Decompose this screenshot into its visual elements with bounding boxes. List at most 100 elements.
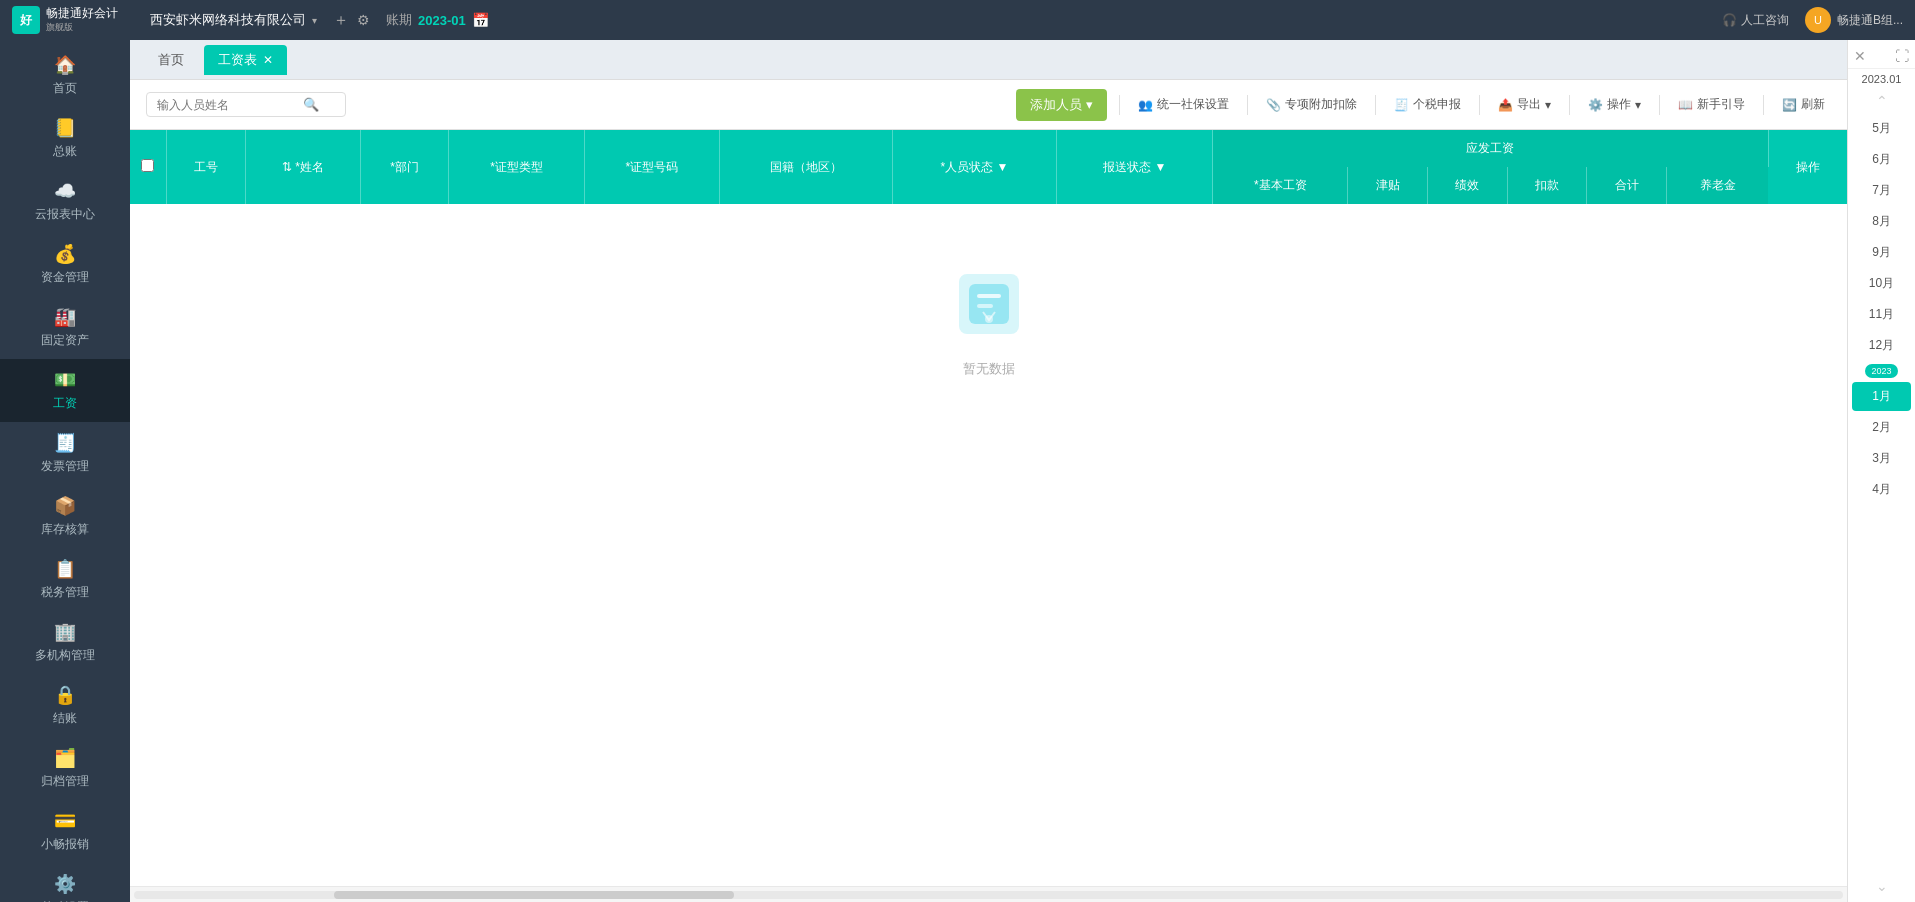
support-button[interactable]: 🎧 人工咨询 [1722, 12, 1789, 29]
export-button[interactable]: 📤 导出 ▾ [1492, 92, 1557, 117]
period-label: 账期 [386, 11, 412, 29]
settings-icon[interactable]: ⚙ [357, 12, 370, 28]
salary-icon: 💵 [54, 369, 76, 391]
month-2022-09[interactable]: 9月 [1852, 238, 1911, 267]
add-employee-button[interactable]: 添加人员 ▾ [1016, 89, 1107, 121]
social-security-button[interactable]: 👥 统一社保设置 [1132, 92, 1235, 117]
operate-icon: ⚙️ [1588, 98, 1603, 112]
tab-close-icon[interactable]: ✕ [263, 53, 273, 67]
operate-button[interactable]: ⚙️ 操作 ▾ [1582, 92, 1647, 117]
current-period-display: 2023.01 [1848, 69, 1915, 89]
content-area: 首页 工资表 ✕ 🔍 添加人员 ▾ 👥 统一社保设置 [130, 40, 1847, 902]
empty-text: 暂无数据 [963, 360, 1015, 378]
refresh-button[interactable]: 🔄 刷新 [1776, 92, 1831, 117]
sidebar-item-inventory[interactable]: 📦 库存核算 [0, 485, 130, 548]
refresh-icon: 🔄 [1782, 98, 1797, 112]
tab-salary[interactable]: 工资表 ✕ [204, 45, 287, 75]
logo-area: 好 畅捷通好会计 旗舰版 [12, 6, 142, 34]
month-2022-06[interactable]: 6月 [1852, 145, 1911, 174]
empty-state: 暂无数据 [130, 204, 1847, 438]
sidebar-item-multi[interactable]: 🏢 多机构管理 [0, 611, 130, 674]
tax-report-label: 个税申报 [1413, 96, 1461, 113]
month-2022-12[interactable]: 12月 [1852, 331, 1911, 360]
th-total: 合计 [1587, 167, 1667, 204]
support-label: 人工咨询 [1741, 12, 1789, 29]
th-country: 国籍（地区） [719, 130, 892, 204]
sidebar-item-ledger[interactable]: 📒 总账 [0, 107, 130, 170]
panel-close-button[interactable]: ✕ [1854, 48, 1866, 64]
sidebar-item-expense[interactable]: 💳 小畅报销 [0, 800, 130, 863]
top-header: 好 畅捷通好会计 旗舰版 西安虾米网络科技有限公司 ▾ ＋ ⚙ 账期 2023-… [0, 0, 1915, 40]
month-2022-05[interactable]: 5月 [1852, 114, 1911, 143]
sep-1 [1119, 95, 1120, 115]
th-action: 操作 [1768, 130, 1847, 204]
tax-report-button[interactable]: 🧾 个税申报 [1388, 92, 1467, 117]
toolbar: 🔍 添加人员 ▾ 👥 统一社保设置 📎 专项附加扣除 🧾 个税申报 [130, 80, 1847, 130]
search-box[interactable]: 🔍 [146, 92, 346, 117]
company-name: 西安虾米网络科技有限公司 [150, 11, 306, 29]
header-icon-group: ＋ ⚙ [333, 10, 370, 31]
sidebar-label-expense: 小畅报销 [41, 836, 89, 853]
sidebar-item-salary[interactable]: 💵 工资 [0, 359, 130, 422]
scroll-bar[interactable] [130, 886, 1847, 902]
sidebar: 🏠 首页 📒 总账 ☁️ 云报表中心 💰 资金管理 🏭 固定资产 💵 工资 🧾 … [0, 40, 130, 902]
tax-report-icon: 🧾 [1394, 98, 1409, 112]
operate-label: 操作 [1607, 96, 1631, 113]
table-wrapper: 工号 ⇅ *姓名 *部门 *证型类型 *证型号码 国籍（地区） *人员状态 ▼ … [130, 130, 1847, 886]
sidebar-item-asset[interactable]: 🏭 固定资产 [0, 296, 130, 359]
add-dropdown-icon: ▾ [1086, 97, 1093, 112]
month-2023-01[interactable]: 1月 [1852, 382, 1911, 411]
period-value: 2023-01 [418, 13, 466, 28]
scroll-thumb[interactable] [334, 891, 734, 899]
th-dept: *部门 [360, 130, 449, 204]
sidebar-item-settings[interactable]: ⚙️ 基础设置 [0, 863, 130, 902]
fund-icon: 💰 [54, 243, 76, 265]
sidebar-item-invoice[interactable]: 🧾 发票管理 [0, 422, 130, 485]
month-2022-08[interactable]: 8月 [1852, 207, 1911, 236]
th-status: *人员状态 ▼ [892, 130, 1057, 204]
search-input[interactable] [157, 98, 297, 112]
month-2022-10[interactable]: 10月 [1852, 269, 1911, 298]
scroll-track[interactable] [134, 891, 1843, 899]
select-all-checkbox[interactable] [141, 159, 154, 172]
month-2023-03[interactable]: 3月 [1852, 444, 1911, 473]
sidebar-label-invoice: 发票管理 [41, 458, 89, 475]
multi-icon: 🏢 [54, 621, 76, 643]
panel-scroll-up-button[interactable]: ⌃ [1848, 89, 1915, 113]
company-selector[interactable]: 西安虾米网络科技有限公司 ▾ [142, 11, 325, 29]
app-name: 畅捷通好会计 [46, 6, 118, 20]
sidebar-item-cloud[interactable]: ☁️ 云报表中心 [0, 170, 130, 233]
month-2022-07[interactable]: 7月 [1852, 176, 1911, 205]
sep-2 [1247, 95, 1248, 115]
guide-button[interactable]: 📖 新手引导 [1672, 92, 1751, 117]
sidebar-item-close[interactable]: 🔒 结账 [0, 674, 130, 737]
cloud-icon: ☁️ [54, 180, 76, 202]
user-area[interactable]: U 畅捷通B组... [1805, 7, 1903, 33]
add-icon[interactable]: ＋ [333, 10, 349, 31]
home-icon: 🏠 [54, 54, 76, 76]
th-idno: *证型号码 [584, 130, 719, 204]
special-deduct-button[interactable]: 📎 专项附加扣除 [1260, 92, 1363, 117]
th-deduction: 扣款 [1507, 167, 1587, 204]
th-checkbox[interactable] [130, 130, 166, 204]
sidebar-label-ledger: 总账 [53, 143, 77, 160]
asset-icon: 🏭 [54, 306, 76, 328]
sidebar-item-fund[interactable]: 💰 资金管理 [0, 233, 130, 296]
add-employee-label: 添加人员 [1030, 96, 1082, 114]
app-logo-icon: 好 [12, 6, 40, 34]
panel-expand-button[interactable]: ⛶ [1895, 48, 1909, 64]
month-2023-04[interactable]: 4月 [1852, 475, 1911, 504]
tab-home[interactable]: 首页 [142, 45, 200, 75]
sidebar-label-tax: 税务管理 [41, 584, 89, 601]
month-2023-02[interactable]: 2月 [1852, 413, 1911, 442]
sidebar-item-archive[interactable]: 🗂️ 归档管理 [0, 737, 130, 800]
sep-6 [1659, 95, 1660, 115]
panel-scroll-down-button[interactable]: ⌄ [1848, 874, 1915, 898]
sidebar-item-tax[interactable]: 📋 税务管理 [0, 548, 130, 611]
year-2023-row: 2023 [1848, 361, 1915, 381]
calendar-icon[interactable]: 📅 [472, 12, 489, 28]
th-allowance: 津贴 [1348, 167, 1428, 204]
sidebar-item-home[interactable]: 🏠 首页 [0, 44, 130, 107]
expense-icon: 💳 [54, 810, 76, 832]
month-2022-11[interactable]: 11月 [1852, 300, 1911, 329]
